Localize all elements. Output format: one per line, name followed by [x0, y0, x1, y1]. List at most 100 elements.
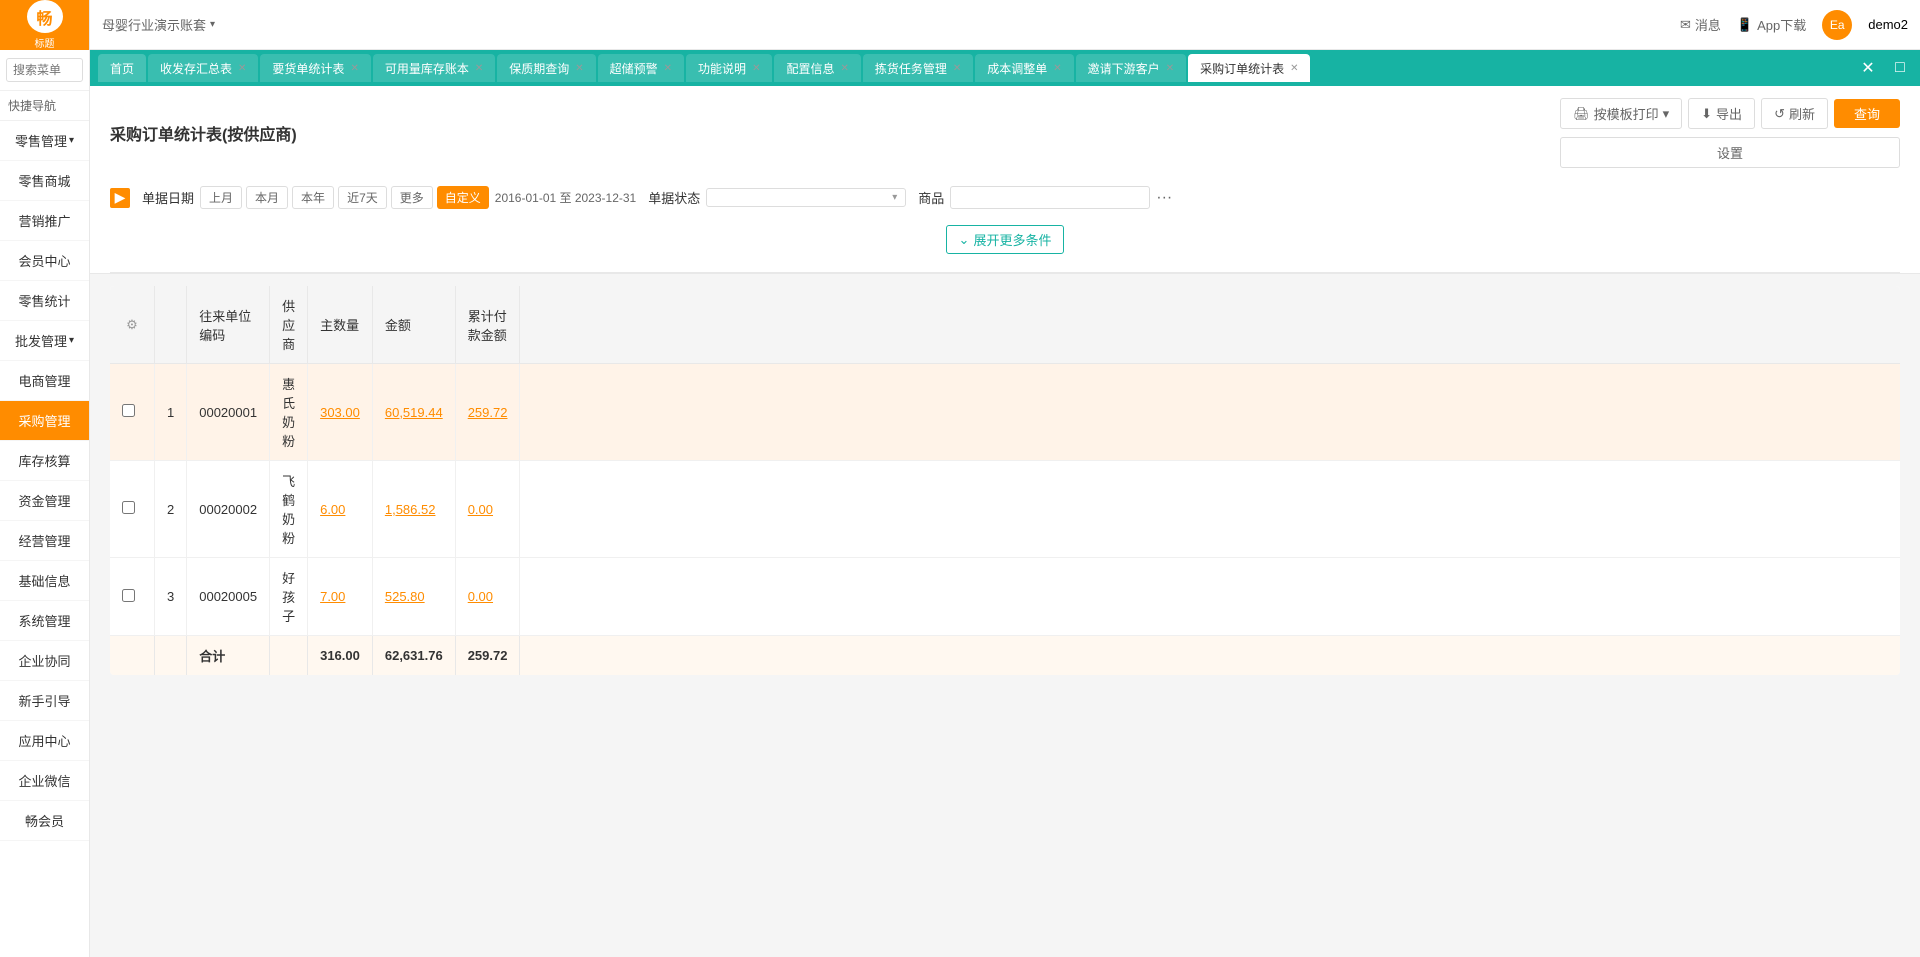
row-amount[interactable]: 525.80	[372, 558, 455, 636]
row-extra	[520, 364, 1900, 461]
close-icon[interactable]: ✕	[1166, 63, 1174, 74]
close-icon[interactable]: ✕	[953, 63, 961, 74]
chevron-down-icon: ▾	[892, 192, 897, 203]
footer-empty2	[155, 636, 187, 676]
query-button[interactable]: 查询	[1834, 99, 1900, 128]
sidebar-item-member2[interactable]: 畅会员	[0, 801, 89, 841]
sidebar-item-quick-nav[interactable]: 快捷导航	[0, 91, 89, 121]
close-icon[interactable]: ✕	[238, 63, 246, 74]
message-icon: ✉	[1680, 17, 1691, 33]
sidebar-item-operations[interactable]: 经营管理	[0, 521, 89, 561]
sidebar-item-system[interactable]: 系统管理	[0, 601, 89, 641]
goods-input[interactable]	[950, 186, 1150, 209]
date-custom-button[interactable]: 自定义	[437, 186, 489, 209]
more-options-icon[interactable]: ···	[1156, 189, 1172, 207]
logo-icon: 畅	[27, 0, 63, 33]
close-icon[interactable]: ✕	[840, 63, 848, 74]
sidebar-item-retail-mgmt[interactable]: 零售管理 ▾	[0, 121, 89, 161]
row-index: 2	[155, 461, 187, 558]
sidebar-item-purchase[interactable]: 采购管理	[0, 401, 89, 441]
sidebar-item-marketing[interactable]: 营销推广	[0, 201, 89, 241]
date-filter: 单据日期 上月 本月 本年 近7天 更多 自定义 2016-01-01 至 20…	[142, 186, 636, 209]
sidebar-item-enterprise-wx[interactable]: 企业微信	[0, 761, 89, 801]
row-qty[interactable]: 303.00	[308, 364, 373, 461]
filter-row: ▶ 单据日期 上月 本月 本年 近7天 更多 自定义 2016-01-01 至 …	[110, 186, 1900, 209]
sidebar-item-basic[interactable]: 基础信息	[0, 561, 89, 601]
toggle-filter-button[interactable]: ▶	[110, 188, 130, 208]
row-supplier: 惠氏奶粉	[270, 364, 308, 461]
sidebar-item-wholesale[interactable]: 批发管理 ▾	[0, 321, 89, 361]
sidebar-item-new-guide[interactable]: 新手引导	[0, 681, 89, 721]
setting-button[interactable]: 设置	[1560, 137, 1900, 168]
sidebar-item-inventory-check[interactable]: 库存核算	[0, 441, 89, 481]
sidebar-item-ecommerce[interactable]: 电商管理	[0, 361, 89, 401]
footer-qty: 316.00	[308, 636, 373, 676]
close-icon[interactable]: ✕	[664, 63, 672, 74]
tab-function[interactable]: 功能说明 ✕	[686, 54, 772, 82]
tab-task[interactable]: 拣货任务管理 ✕	[863, 54, 973, 82]
tab-overstock[interactable]: 超储预警 ✕	[598, 54, 684, 82]
row-amount[interactable]: 1,586.52	[372, 461, 455, 558]
tab-inventory[interactable]: 可用量库存账本 ✕	[373, 54, 495, 82]
row-paid[interactable]: 0.00	[455, 461, 520, 558]
close-icon[interactable]: ✕	[475, 63, 483, 74]
close-icon[interactable]: ✕	[1053, 63, 1061, 74]
row-qty[interactable]: 7.00	[308, 558, 373, 636]
tab-expiry[interactable]: 保质期查询 ✕	[497, 54, 595, 82]
close-icon[interactable]: ✕	[575, 63, 583, 74]
settings-icon[interactable]: ⚙	[122, 315, 142, 335]
tab-invite[interactable]: 邀请下游客户 ✕	[1076, 54, 1186, 82]
tab-purchase-stat[interactable]: 要货单统计表 ✕	[260, 54, 370, 82]
expand-filter-button[interactable]: ⌄ 展开更多条件	[946, 225, 1065, 254]
top-nav: 母婴行业演示账套 ▾ ✉ 消息 📱 App下载 Ea demo2	[90, 0, 1920, 50]
avatar[interactable]: Ea	[1822, 10, 1852, 40]
row-unit-code: 00020005	[187, 558, 270, 636]
tab-receive[interactable]: 收发存汇总表 ✕	[148, 54, 258, 82]
app-download-button[interactable]: 📱 App下载	[1737, 15, 1806, 34]
search-input[interactable]	[6, 58, 83, 82]
row-paid[interactable]: 259.72	[455, 364, 520, 461]
tab-home[interactable]: 首页	[98, 54, 146, 82]
brand-text: 标题	[35, 35, 55, 50]
row-checkbox[interactable]	[110, 461, 155, 558]
row-amount[interactable]: 60,519.44	[372, 364, 455, 461]
logo-text: 畅	[36, 5, 52, 29]
sidebar-search[interactable]	[0, 50, 89, 91]
tab-purchase-order[interactable]: 采购订单统计表 ✕	[1188, 54, 1310, 82]
close-icon[interactable]: ✕	[1290, 63, 1298, 74]
row-paid[interactable]: 0.00	[455, 558, 520, 636]
refresh-button[interactable]: ↺ 刷新	[1761, 98, 1828, 129]
export-button[interactable]: ⬇ 导出	[1688, 98, 1755, 129]
sidebar-item-enterprise[interactable]: 企业协同	[0, 641, 89, 681]
sidebar-item-app-center[interactable]: 应用中心	[0, 721, 89, 761]
sidebar-item-finance[interactable]: 资金管理	[0, 481, 89, 521]
date-7days-button[interactable]: 近7天	[338, 186, 387, 209]
row-qty[interactable]: 6.00	[308, 461, 373, 558]
maximize-button[interactable]: □	[1888, 56, 1912, 80]
status-select[interactable]: ▾	[706, 188, 906, 207]
breadcrumb-select[interactable]: 母婴行业演示账套 ▾	[102, 15, 215, 34]
tab-config[interactable]: 配置信息 ✕	[774, 54, 860, 82]
row-checkbox[interactable]	[110, 364, 155, 461]
sidebar-item-member[interactable]: 会员中心	[0, 241, 89, 281]
footer-supplier-empty	[270, 636, 308, 676]
main-area: 母婴行业演示账套 ▾ ✉ 消息 📱 App下载 Ea demo2 首页 收发存汇…	[90, 0, 1920, 957]
export-icon: ⬇	[1701, 106, 1712, 122]
print-button[interactable]: 🖨 按模板打印 ▾	[1560, 98, 1682, 129]
date-prev-month-button[interactable]: 上月	[200, 186, 242, 209]
goods-filter: 商品 ···	[918, 186, 1172, 209]
breadcrumb: 母婴行业演示账套 ▾	[102, 15, 215, 34]
table-area: ⚙ 往来单位编码 供应商 主数量 金额 累计付款金额 1 00020001	[90, 274, 1920, 957]
close-icon[interactable]: ✕	[350, 63, 358, 74]
page-content: 采购订单统计表(按供应商) 🖨 按模板打印 ▾ ⬇ 导出	[90, 86, 1920, 957]
close-tab-button[interactable]: ✕	[1856, 56, 1880, 80]
close-icon[interactable]: ✕	[752, 63, 760, 74]
sidebar-item-retail-mall[interactable]: 零售商城	[0, 161, 89, 201]
row-checkbox[interactable]	[110, 558, 155, 636]
date-more-button[interactable]: 更多	[391, 186, 433, 209]
tab-cost[interactable]: 成本调整单 ✕	[975, 54, 1073, 82]
date-this-month-button[interactable]: 本月	[246, 186, 288, 209]
message-button[interactable]: ✉ 消息	[1680, 15, 1721, 34]
date-this-year-button[interactable]: 本年	[292, 186, 334, 209]
sidebar-item-retail-stat[interactable]: 零售统计	[0, 281, 89, 321]
